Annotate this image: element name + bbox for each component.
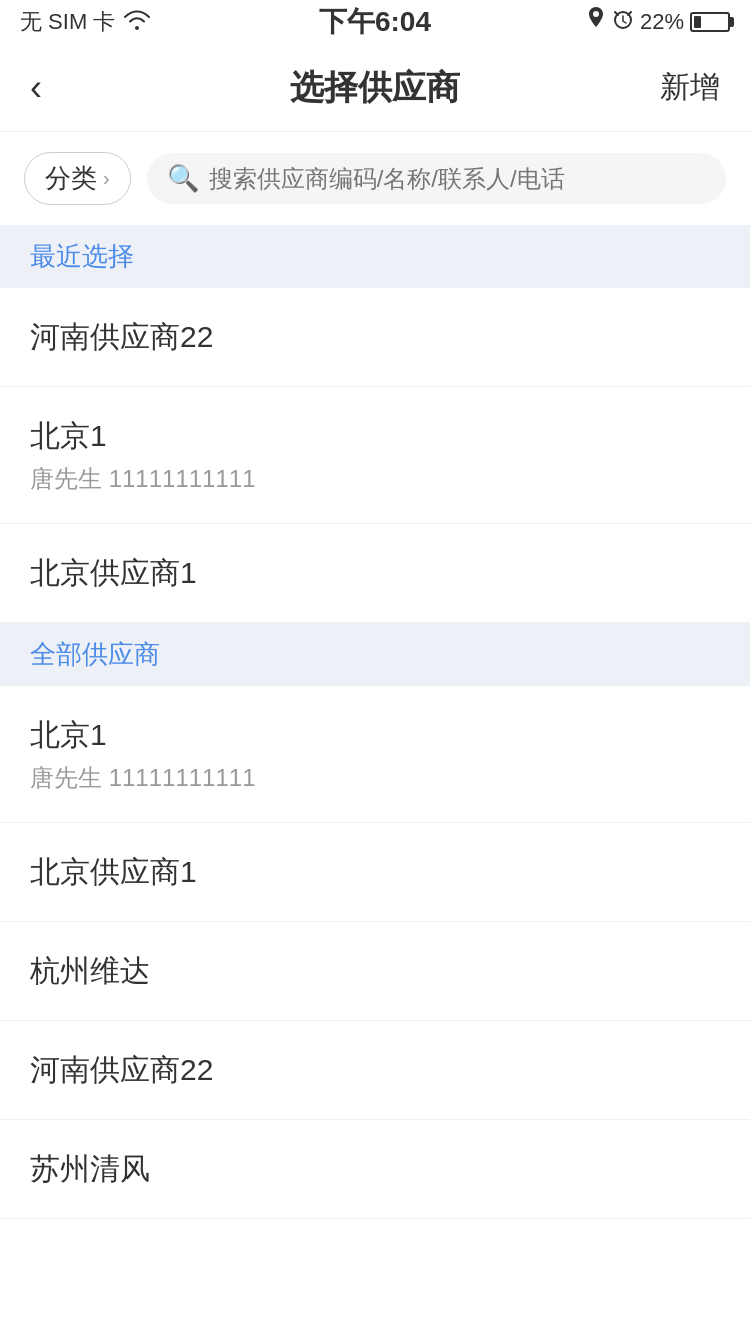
back-button[interactable]: ‹ — [30, 67, 90, 109]
new-button[interactable]: 新增 — [660, 67, 720, 108]
list-item[interactable]: 苏州清风 — [0, 1120, 750, 1219]
all-list: 北京1 唐先生 11111111111 北京供应商1 杭州维达河南供应商22 苏州清风 — [0, 686, 750, 1219]
category-button[interactable]: 分类 › — [24, 152, 131, 205]
item-name: 北京1 — [30, 415, 720, 457]
list-item[interactable]: 北京1 唐先生 11111111111 — [0, 387, 750, 524]
search-icon: 🔍 — [167, 163, 199, 194]
recent-list: 河南供应商22 北京1 唐先生 11111111111 北京供应商1 — [0, 288, 750, 623]
filter-bar: 分类 › 🔍 — [0, 132, 750, 225]
item-detail: 唐先生 11111111111 — [30, 762, 720, 794]
battery-icon — [690, 12, 730, 32]
status-right: 22% — [586, 7, 730, 37]
item-detail: 唐先生 11111111111 — [30, 463, 720, 495]
status-left: 无 SIM 卡 — [20, 7, 151, 37]
wifi-icon — [123, 8, 151, 36]
status-time: 下午6:04 — [319, 3, 431, 41]
location-icon — [586, 7, 606, 37]
all-section-header: 全部供应商 — [0, 623, 750, 686]
search-box: 🔍 — [147, 153, 726, 204]
carrier-text: 无 SIM 卡 — [20, 7, 115, 37]
list-item[interactable]: 北京供应商1 — [0, 524, 750, 623]
item-name: 杭州维达 — [30, 950, 720, 992]
recent-section-header: 最近选择 — [0, 225, 750, 288]
alarm-icon — [612, 8, 634, 36]
item-name: 北京供应商1 — [30, 851, 720, 893]
chevron-right-icon: › — [103, 167, 110, 190]
item-name: 北京供应商1 — [30, 552, 720, 594]
search-input[interactable] — [209, 165, 706, 193]
item-name: 北京1 — [30, 714, 720, 756]
nav-bar: ‹ 选择供应商 新增 — [0, 44, 750, 132]
category-label: 分类 — [45, 161, 97, 196]
list-item[interactable]: 北京供应商1 — [0, 823, 750, 922]
item-name: 苏州清风 — [30, 1148, 720, 1190]
item-name: 河南供应商22 — [30, 316, 720, 358]
list-item[interactable]: 杭州维达 — [0, 922, 750, 1021]
list-item[interactable]: 河南供应商22 — [0, 288, 750, 387]
all-section-label: 全部供应商 — [30, 639, 160, 669]
item-name: 河南供应商22 — [30, 1049, 720, 1091]
recent-section-label: 最近选择 — [30, 241, 134, 271]
list-item[interactable]: 北京1 唐先生 11111111111 — [0, 686, 750, 823]
battery-percentage: 22% — [640, 9, 684, 35]
status-bar: 无 SIM 卡 下午6:04 22% — [0, 0, 750, 44]
list-item[interactable]: 河南供应商22 — [0, 1021, 750, 1120]
page-title: 选择供应商 — [290, 65, 460, 111]
